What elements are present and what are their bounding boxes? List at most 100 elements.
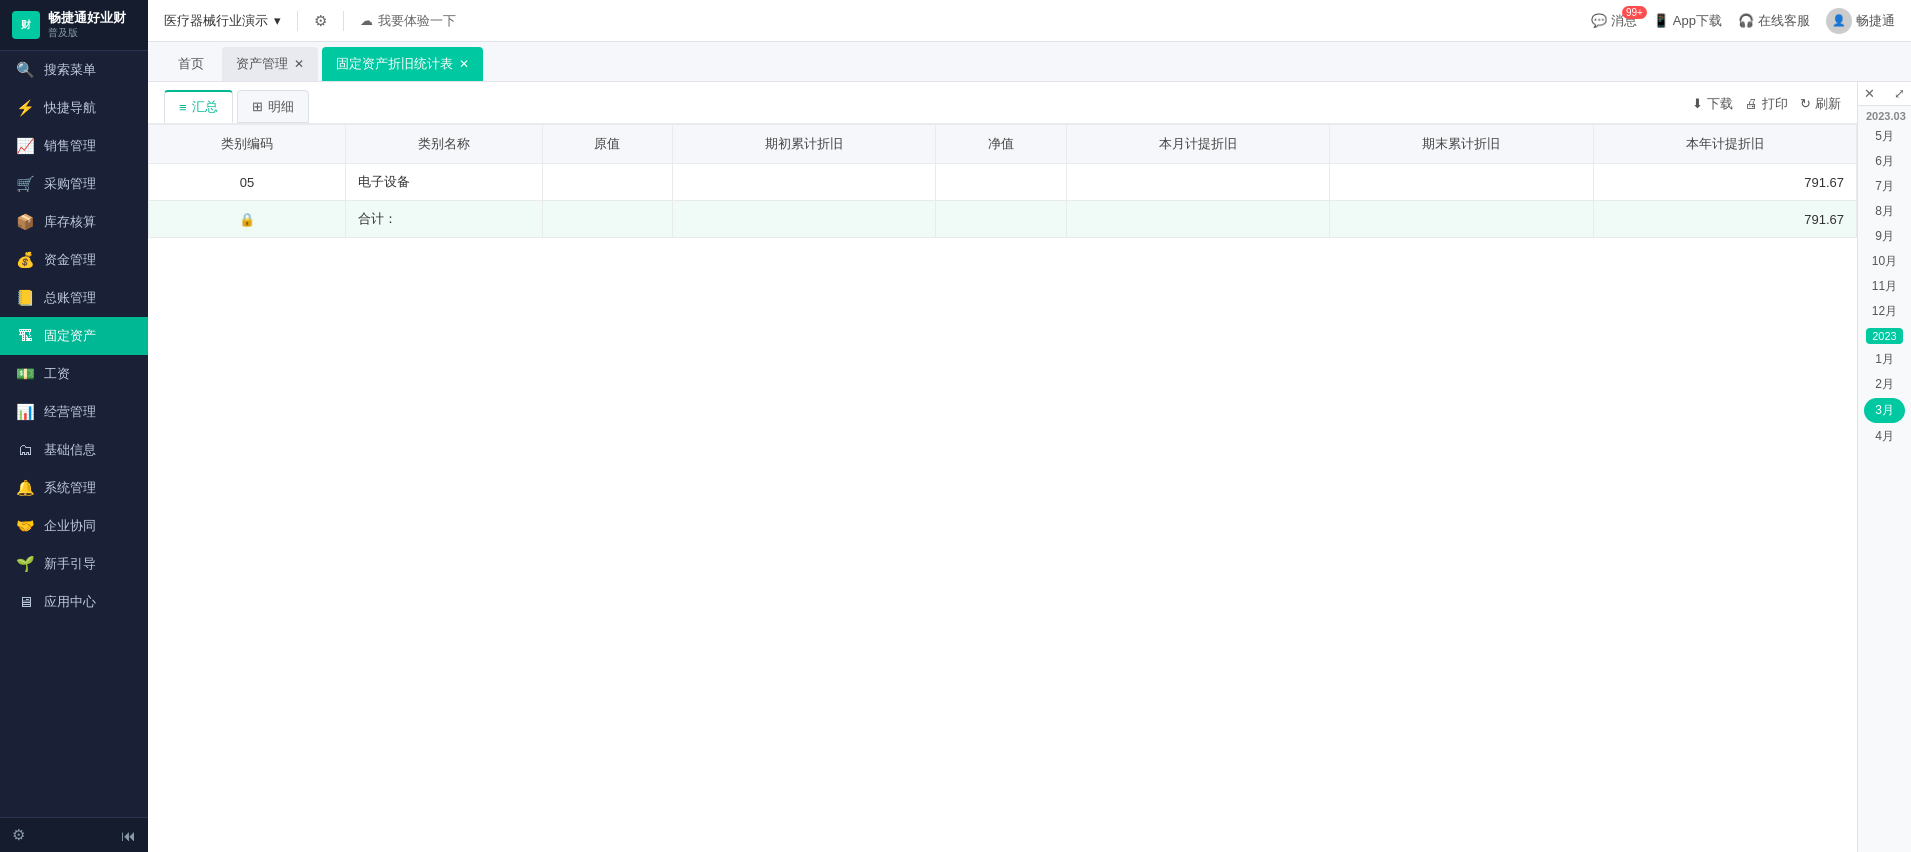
app-logo: 财 [12, 11, 40, 39]
sidebar-item-label-salary: 工资 [44, 365, 70, 383]
tab-fixed-asset-depreciation[interactable]: 固定资产折旧统计表 ✕ [322, 47, 483, 81]
messages-badge: 99+ [1622, 6, 1647, 19]
refresh-btn[interactable]: ↻ 刷新 [1800, 95, 1841, 113]
collapse-icon[interactable]: ⏮ [121, 827, 136, 844]
asset-mgmt-tab-close[interactable]: ✕ [294, 57, 304, 71]
cal-month-4月[interactable]: 4月 [1858, 424, 1911, 449]
cal-month-prev-12月[interactable]: 12月 [1858, 299, 1911, 324]
subtab-actions: ⬇ 下载 🖨 打印 ↻ 刷新 [1692, 95, 1841, 119]
subtab-detail[interactable]: ⊞ 明细 [237, 90, 309, 123]
fixed-asset-tab-close[interactable]: ✕ [459, 57, 469, 71]
th-category-code: 类别编码 [149, 125, 346, 164]
system-icon: 🔔 [16, 479, 34, 497]
online-service-label: 在线客服 [1758, 12, 1810, 30]
right-panel-header: ✕ ⤢ [1858, 82, 1911, 106]
user-name: 畅捷通 [1856, 12, 1895, 30]
close-panel-icon[interactable]: ✕ [1864, 86, 1875, 101]
sidebar-item-guide[interactable]: 🌱新手引导 [0, 545, 148, 583]
cal-month-3月[interactable]: 3月 [1864, 398, 1905, 423]
sidebar-item-salary[interactable]: 💵工资 [0, 355, 148, 393]
sidebar-item-operation[interactable]: 📊 经营管理 [0, 393, 148, 431]
sidebar-item-inventory[interactable]: 📦库存核算 [0, 203, 148, 241]
sidebar-item-label-basic_info: 基础信息 [44, 441, 96, 459]
table-header-row: 类别编码 类别名称 原值 期初累计折旧 净值 本月计提折旧 期末累计折旧 本年计… [149, 125, 1857, 164]
home-tab-label: 首页 [178, 55, 204, 73]
content-area: ≡ 汇总 ⊞ 明细 ⬇ 下载 🖨 打印 [148, 82, 1911, 852]
sidebar-item-label-guide: 新手引导 [44, 555, 96, 573]
td-original-value [542, 164, 672, 201]
cal-month-prev-8月[interactable]: 8月 [1858, 199, 1911, 224]
td-period-end-depreciation [1330, 164, 1593, 201]
sidebar-item-label-ledger: 总账管理 [44, 289, 96, 307]
expand-panel-icon[interactable]: ⤢ [1894, 86, 1905, 101]
message-icon: 💬 [1591, 13, 1607, 28]
sidebar-item-finance[interactable]: 💰资金管理 [0, 241, 148, 279]
td-current-year-depreciation: 791.67 [1593, 164, 1856, 201]
topbar-settings-icon[interactable]: ⚙ [314, 12, 327, 30]
sidebar-header: 财 畅捷通好业财 普及版 [0, 0, 148, 51]
download-action-icon: ⬇ [1692, 96, 1703, 111]
subtab-summary-label: 汇总 [192, 98, 218, 116]
tab-asset-mgmt[interactable]: 资产管理 ✕ [222, 47, 318, 81]
cal-month-prev-6月[interactable]: 6月 [1858, 149, 1911, 174]
cal-month-prev-10月[interactable]: 10月 [1858, 249, 1911, 274]
sidebar-item-app_center[interactable]: 🖥应用中心 [0, 583, 148, 621]
sidebar-item-purchase[interactable]: 🛒采购管理 [0, 165, 148, 203]
cal-month-prev-9月[interactable]: 9月 [1858, 224, 1911, 249]
experience-btn[interactable]: ☁ 我要体验一下 [360, 12, 456, 30]
subtab-detail-label: 明细 [268, 98, 294, 116]
messages-btn[interactable]: 💬 消息 99+ [1591, 12, 1637, 30]
th-current-month-depreciation: 本月计提折旧 [1066, 125, 1329, 164]
print-btn[interactable]: 🖨 打印 [1745, 95, 1788, 113]
sidebar-item-label-operation: 经营管理 [44, 403, 96, 421]
download-icon: 📱 [1653, 13, 1669, 28]
main-area: 医疗器械行业演示 ▾ ⚙ ☁ 我要体验一下 💬 消息 99+ 📱 App下载 🎧… [148, 0, 1911, 852]
sidebar-item-basic_info[interactable]: 🗂 基础信息 [0, 431, 148, 469]
tab-home[interactable]: 首页 [164, 47, 218, 81]
subtab-summary[interactable]: ≡ 汇总 [164, 90, 233, 123]
sidebar-item-fixed_asset[interactable]: 🏗固定资产 [0, 317, 148, 355]
settings-icon[interactable]: ⚙ [12, 826, 25, 844]
cal-month-prev-7月[interactable]: 7月 [1858, 174, 1911, 199]
sidebar-item-label-purchase: 采购管理 [44, 175, 96, 193]
td-period-start-depreciation [673, 164, 936, 201]
inventory-icon: 📦 [16, 213, 34, 231]
refresh-icon: ↻ [1800, 96, 1811, 111]
td-total-label: 合计： [345, 201, 542, 238]
sidebar-item-system[interactable]: 🔔 系统管理 [0, 469, 148, 507]
app-download-btn[interactable]: 📱 App下载 [1653, 12, 1722, 30]
avatar: 👤 [1826, 8, 1852, 34]
sidebar-item-sales[interactable]: 📈 销售管理 [0, 127, 148, 165]
sidebar-item-ledger[interactable]: 📒 总账管理 [0, 279, 148, 317]
search-icon: 🔍 [16, 61, 34, 79]
sidebar-item-label-system: 系统管理 [44, 479, 96, 497]
subtab-left: ≡ 汇总 ⊞ 明细 [164, 90, 309, 123]
sales-icon: 📈 [16, 137, 34, 155]
topbar-right: 💬 消息 99+ 📱 App下载 🎧 在线客服 👤 畅捷通 [1591, 8, 1895, 34]
sidebar-nav: 🔍搜索菜单⚡快捷导航 📈 销售管理 🛒采购管理📦库存核算💰资金管理 📒 总账管理 🏗固定资产… [0, 51, 148, 817]
app_center-icon: 🖥 [16, 593, 34, 610]
sidebar-item-quicknav[interactable]: ⚡快捷导航 [0, 89, 148, 127]
td-total-net-value [936, 201, 1066, 238]
sidebar-item-cooperation[interactable]: 🤝企业协同 [0, 507, 148, 545]
company-selector[interactable]: 医疗器械行业演示 ▾ [164, 12, 281, 30]
finance-icon: 💰 [16, 251, 34, 269]
online-service-btn[interactable]: 🎧 在线客服 [1738, 12, 1810, 30]
basic_info-icon: 🗂 [16, 441, 34, 458]
cal-month-2月[interactable]: 2月 [1858, 372, 1911, 397]
sidebar-item-label-sales: 销售管理 [44, 137, 96, 155]
sidebar-item-search[interactable]: 🔍搜索菜单 [0, 51, 148, 89]
chevron-down-icon: ▾ [274, 13, 281, 28]
fixed-asset-tab-label: 固定资产折旧统计表 [336, 55, 453, 73]
operation-icon: 📊 [16, 403, 34, 421]
user-avatar-btn[interactable]: 👤 畅捷通 [1826, 8, 1895, 34]
cal-month-prev-11月[interactable]: 11月 [1858, 274, 1911, 299]
download-btn[interactable]: ⬇ 下载 [1692, 95, 1733, 113]
cal-month-1月[interactable]: 1月 [1858, 347, 1911, 372]
td-total-original-value [542, 201, 672, 238]
calendar-scroll[interactable]: 5月6月7月8月9月10月11月12月20231月2月3月4月 [1858, 124, 1911, 852]
td-current-month-depreciation [1066, 164, 1329, 201]
cal-month-prev-5月[interactable]: 5月 [1858, 124, 1911, 149]
td-total-period-start [673, 201, 936, 238]
ledger-icon: 📒 [16, 289, 34, 307]
